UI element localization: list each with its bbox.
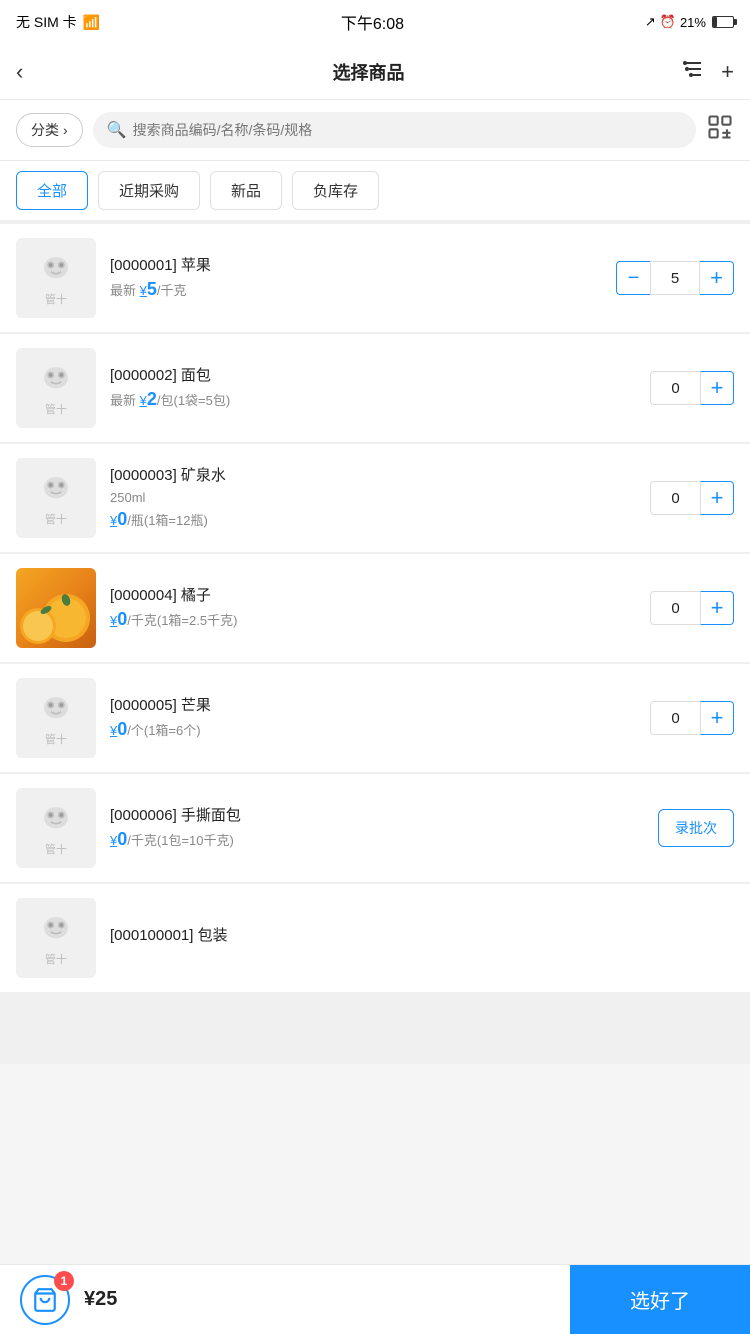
product-name-0000003: [0000003] 矿泉水 [110,466,640,486]
cart-button[interactable]: 1 [20,1275,70,1325]
product-info-0000005: [0000005] 芒果 ¥0/个(1箱=6个) [110,696,640,741]
product-image-0000001: 管十 [16,238,96,318]
product-name-0000002: [0000002] 面包 [110,366,640,386]
category-label: 分类 [31,120,59,140]
product-item-0000003: 管十 [0000003] 矿泉水 250ml ¥0/瓶(1箱=12瓶) + [0,444,750,552]
status-right: ↗ ⏰ 21% [645,14,734,30]
qty-plus-0000001[interactable]: + [700,261,734,295]
product-name-0000004: [0000004] 橘子 [110,586,640,606]
product-image-partial: 管十 [16,898,96,978]
qty-input-0000001[interactable] [650,261,700,295]
product-name-0000001: [0000001] 苹果 [110,256,606,276]
quantity-control-0000002: + [650,371,734,405]
nav-bar: ‹ 选择商品 + [0,44,750,100]
qty-minus-0000001[interactable]: − [616,261,650,295]
location-icon: ↗ [645,14,656,30]
batch-button-0000006[interactable]: 录批次 [658,809,734,847]
status-time: 下午6:08 [341,10,404,34]
product-name-0000006: [0000006] 手撕面包 [110,806,648,826]
category-button[interactable]: 分类 › [16,113,83,147]
qty-plus-0000005[interactable]: + [700,701,734,735]
scan-icon[interactable] [706,113,734,147]
qty-input-0000004[interactable] [650,591,700,625]
product-price-0000003: ¥0/瓶(1箱=12瓶) [110,509,640,530]
product-image-0000002: 管十 [16,348,96,428]
tab-new[interactable]: 新品 [210,171,282,210]
back-button[interactable]: ‹ [16,59,56,85]
owl-logo-text: 管十 [45,291,67,307]
product-price-0000002: 最新 ¥2/包(1袋=5包) [110,389,640,410]
product-info-0000001: [0000001] 苹果 最新 ¥5/千克 [110,256,606,301]
add-button[interactable]: + [721,59,734,85]
product-info-0000006: [0000006] 手撕面包 ¥0/千克(1包=10千克) [110,806,648,851]
battery-text: 21% [680,15,706,30]
product-spec-0000003: 250ml [110,490,640,505]
product-item-partial: 管十 [000100001] 包装 [0,884,750,992]
confirm-button[interactable]: 选好了 [570,1265,750,1334]
wifi-icon: 📶 [83,14,100,31]
product-image-0000004 [16,568,96,648]
filter-icon[interactable] [681,57,705,87]
status-carrier: 无 SIM 卡 📶 [16,12,100,32]
tab-negative[interactable]: 负库存 [292,171,379,210]
product-item-0000004: [0000004] 橘子 ¥0/千克(1箱=2.5千克) + [0,554,750,662]
cart-badge: 1 [54,1271,74,1291]
bottom-bar: 1 ¥25 选好了 [0,1264,750,1334]
product-name-0000005: [0000005] 芒果 [110,696,640,716]
product-price-0000006: ¥0/千克(1包=10千克) [110,829,648,850]
product-item-0000001: 管十 [0000001] 苹果 最新 ¥5/千克 − + [0,224,750,332]
search-input[interactable] [133,122,682,138]
search-row: 分类 › 🔍 [0,100,750,161]
qty-plus-0000003[interactable]: + [700,481,734,515]
product-price-0000005: ¥0/个(1箱=6个) [110,719,640,740]
qty-input-0000003[interactable] [650,481,700,515]
qty-input-0000005[interactable] [650,701,700,735]
page-title: 选择商品 [333,59,405,85]
quantity-control-0000004: + [650,591,734,625]
category-chevron: › [63,122,68,138]
quantity-control-0000003: + [650,481,734,515]
cart-area: 1 ¥25 [0,1275,570,1325]
product-image-0000005: 管十 [16,678,96,758]
tab-recent[interactable]: 近期采购 [98,171,200,210]
qty-plus-0000002[interactable]: + [700,371,734,405]
product-item-0000006: 管十 [0000006] 手撕面包 ¥0/千克(1包=10千克) 录批次 [0,774,750,882]
alarm-icon: ⏰ [660,14,676,30]
product-info-partial: [000100001] 包装 [110,926,734,950]
product-item-0000005: 管十 [0000005] 芒果 ¥0/个(1箱=6个) + [0,664,750,772]
product-info-0000004: [0000004] 橘子 ¥0/千克(1箱=2.5千克) [110,586,640,631]
nav-actions: + [681,57,734,87]
product-image-0000003: 管十 [16,458,96,538]
cart-total: ¥25 [84,1288,117,1311]
product-info-0000002: [0000002] 面包 最新 ¥2/包(1袋=5包) [110,366,640,411]
product-price-0000004: ¥0/千克(1箱=2.5千克) [110,609,640,630]
product-name-partial: [000100001] 包装 [110,926,734,946]
tab-row: 全部 近期采购 新品 负库存 [0,161,750,224]
search-box: 🔍 [93,112,696,148]
product-list: 管十 [0000001] 苹果 最新 ¥5/千克 − + [0,224,750,1064]
tab-all[interactable]: 全部 [16,171,88,210]
search-icon: 🔍 [107,120,127,140]
carrier-text: 无 SIM 卡 [16,12,77,32]
quantity-control-0000001: − + [616,261,734,295]
quantity-control-0000005: + [650,701,734,735]
status-bar: 无 SIM 卡 📶 下午6:08 ↗ ⏰ 21% [0,0,750,44]
product-info-0000003: [0000003] 矿泉水 250ml ¥0/瓶(1箱=12瓶) [110,466,640,530]
qty-plus-0000004[interactable]: + [700,591,734,625]
battery-icon [712,16,734,28]
product-item-0000002: 管十 [0000002] 面包 最新 ¥2/包(1袋=5包) + [0,334,750,442]
qty-input-0000002[interactable] [650,371,700,405]
product-price-0000001: 最新 ¥5/千克 [110,279,606,300]
product-image-0000006: 管十 [16,788,96,868]
